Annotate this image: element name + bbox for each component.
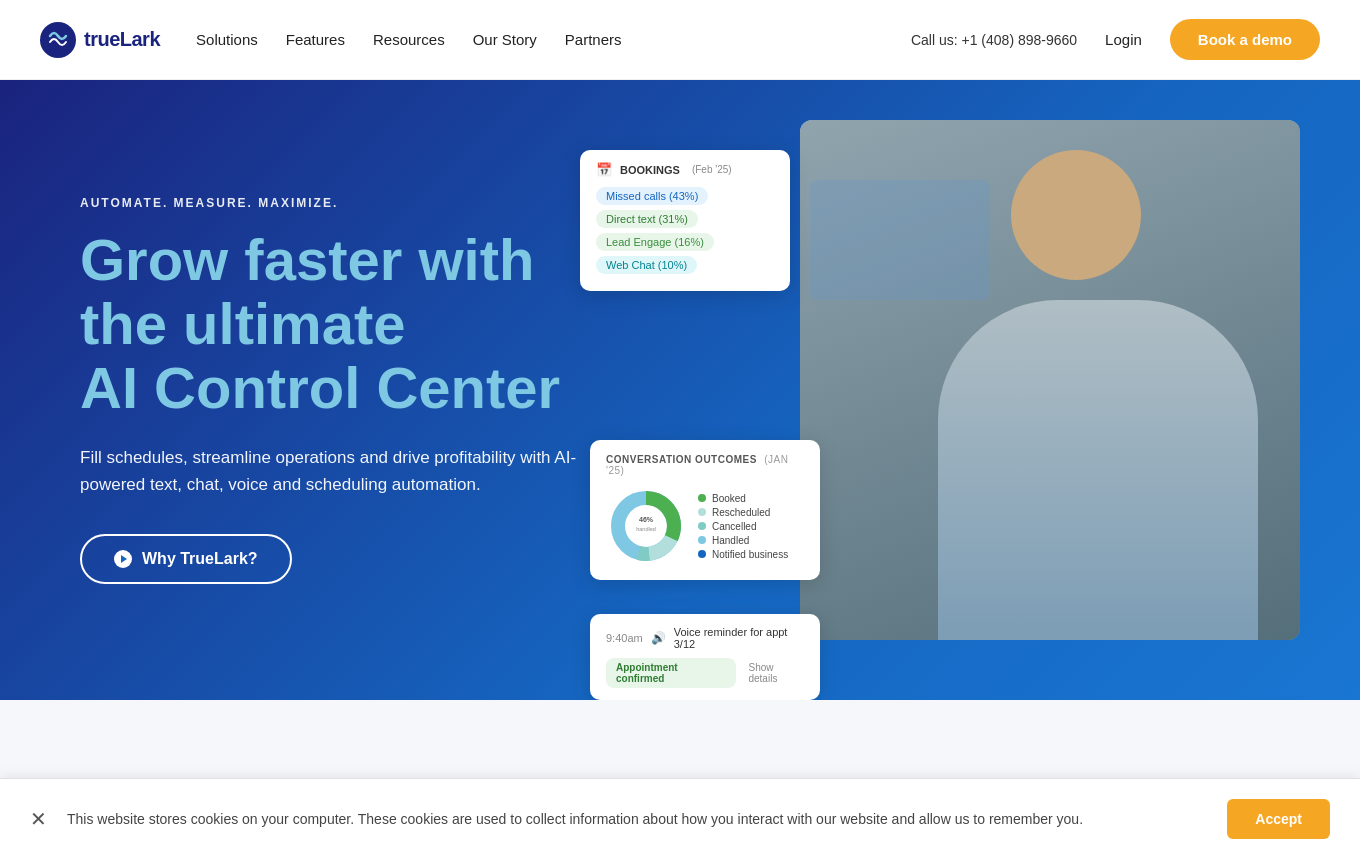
- nav-partners[interactable]: Partners: [565, 31, 622, 48]
- play-icon: [114, 550, 132, 568]
- bookings-card-date: (Feb '25): [692, 164, 732, 175]
- hero-content: AUTOMATE. MEASURE. MAXIMIZE. Grow faster…: [80, 196, 620, 584]
- logo[interactable]: trueLark: [40, 22, 160, 58]
- bookings-card-header: 📅 BOOKINGS (Feb '25): [596, 162, 774, 177]
- person-body: [938, 300, 1258, 640]
- person-background: [800, 120, 1300, 640]
- outcomes-card-title: CONVERSATION OUTCOMES (Jan '25): [606, 454, 804, 476]
- cookie-close-button[interactable]: ✕: [30, 809, 47, 829]
- donut-svg: 46% handled: [606, 486, 686, 566]
- show-details-link[interactable]: Show details: [748, 662, 804, 684]
- cookie-text: This website stores cookies on your comp…: [67, 809, 1207, 830]
- voice-status-row: Appointment confirmed Show details: [606, 658, 804, 688]
- navbar: trueLark Solutions Features Resources Ou…: [0, 0, 1360, 80]
- legend-dot-booked: [698, 494, 706, 502]
- cookie-banner: ✕ This website stores cookies on your co…: [0, 778, 1360, 859]
- legend-rescheduled: Rescheduled: [698, 507, 804, 518]
- hero-visual: 📅 BOOKINGS (Feb '25) Missed calls (43%) …: [620, 140, 1300, 640]
- bookings-card-icon: 📅: [596, 162, 612, 177]
- nav-links: Solutions Features Resources Our Story P…: [196, 31, 622, 48]
- svg-point-0: [40, 22, 76, 58]
- booking-pill-4: Web Chat (10%): [596, 256, 697, 274]
- logo-icon: [40, 22, 76, 58]
- voice-label: Voice reminder for appt 3/12: [674, 626, 804, 650]
- hero-title-line1: Grow faster with: [80, 227, 534, 292]
- legend-dot-handled: [698, 536, 706, 544]
- voice-reminder-card: 9:40am 🔊 Voice reminder for appt 3/12 Ap…: [590, 614, 820, 700]
- booking-pill-3: Lead Engage (16%): [596, 233, 714, 251]
- voice-time: 9:40am: [606, 632, 643, 644]
- legend-notified: Notified business: [698, 549, 804, 560]
- nav-right: Call us: +1 (408) 898-9660 Login Book a …: [911, 19, 1320, 60]
- legend-dot-cancelled: [698, 522, 706, 530]
- outcomes-legend: Booked Rescheduled Cancelled Handled: [698, 490, 804, 563]
- hero-section: AUTOMATE. MEASURE. MAXIMIZE. Grow faster…: [0, 80, 1360, 700]
- booking-item-1: Missed calls (43%): [596, 187, 774, 205]
- booking-pill-1: Missed calls (43%): [596, 187, 708, 205]
- bookings-card: 📅 BOOKINGS (Feb '25) Missed calls (43%) …: [580, 150, 790, 291]
- legend-cancelled: Cancelled: [698, 521, 804, 532]
- nav-our-story[interactable]: Our Story: [473, 31, 537, 48]
- appointment-confirmed-badge: Appointment confirmed: [606, 658, 736, 688]
- outcomes-card: CONVERSATION OUTCOMES (Jan '25) 46% hand…: [590, 440, 820, 580]
- booking-item-4: Web Chat (10%): [596, 256, 774, 274]
- nav-left: trueLark Solutions Features Resources Ou…: [40, 22, 622, 58]
- legend-dot-rescheduled: [698, 508, 706, 516]
- legend-handled: Handled: [698, 535, 804, 546]
- nav-login[interactable]: Login: [1105, 31, 1142, 48]
- person-head: [1011, 150, 1141, 280]
- voice-wave-icon: 🔊: [651, 631, 666, 645]
- monitor-bg: [810, 180, 990, 300]
- nav-resources[interactable]: Resources: [373, 31, 445, 48]
- why-truelark-label: Why TrueLark?: [142, 550, 258, 568]
- bookings-card-title: BOOKINGS: [620, 164, 680, 176]
- svg-text:46%: 46%: [639, 516, 654, 523]
- donut-chart: 46% handled Booked Rescheduled Cancelled: [606, 486, 804, 566]
- hero-eyebrow: AUTOMATE. MEASURE. MAXIMIZE.: [80, 196, 620, 210]
- hero-title-line3: AI Control Center: [80, 355, 560, 420]
- hero-description: Fill schedules, streamline operations an…: [80, 444, 620, 498]
- svg-text:handled: handled: [636, 526, 656, 532]
- legend-dot-notified: [698, 550, 706, 558]
- nav-features[interactable]: Features: [286, 31, 345, 48]
- booking-pill-2: Direct text (31%): [596, 210, 698, 228]
- hero-title: Grow faster with the ultimate AI Control…: [80, 228, 620, 419]
- legend-booked: Booked: [698, 493, 804, 504]
- booking-item-2: Direct text (31%): [596, 210, 774, 228]
- voice-card-header: 9:40am 🔊 Voice reminder for appt 3/12: [606, 626, 804, 650]
- why-truelark-button[interactable]: Why TrueLark?: [80, 534, 292, 584]
- nav-phone: Call us: +1 (408) 898-9660: [911, 32, 1077, 48]
- book-demo-button[interactable]: Book a demo: [1170, 19, 1320, 60]
- cookie-accept-button[interactable]: Accept: [1227, 799, 1330, 839]
- nav-solutions[interactable]: Solutions: [196, 31, 258, 48]
- hero-photo: [800, 120, 1300, 640]
- hero-title-line2: the ultimate: [80, 291, 406, 356]
- booking-item-3: Lead Engage (16%): [596, 233, 774, 251]
- logo-text: trueLark: [84, 28, 160, 51]
